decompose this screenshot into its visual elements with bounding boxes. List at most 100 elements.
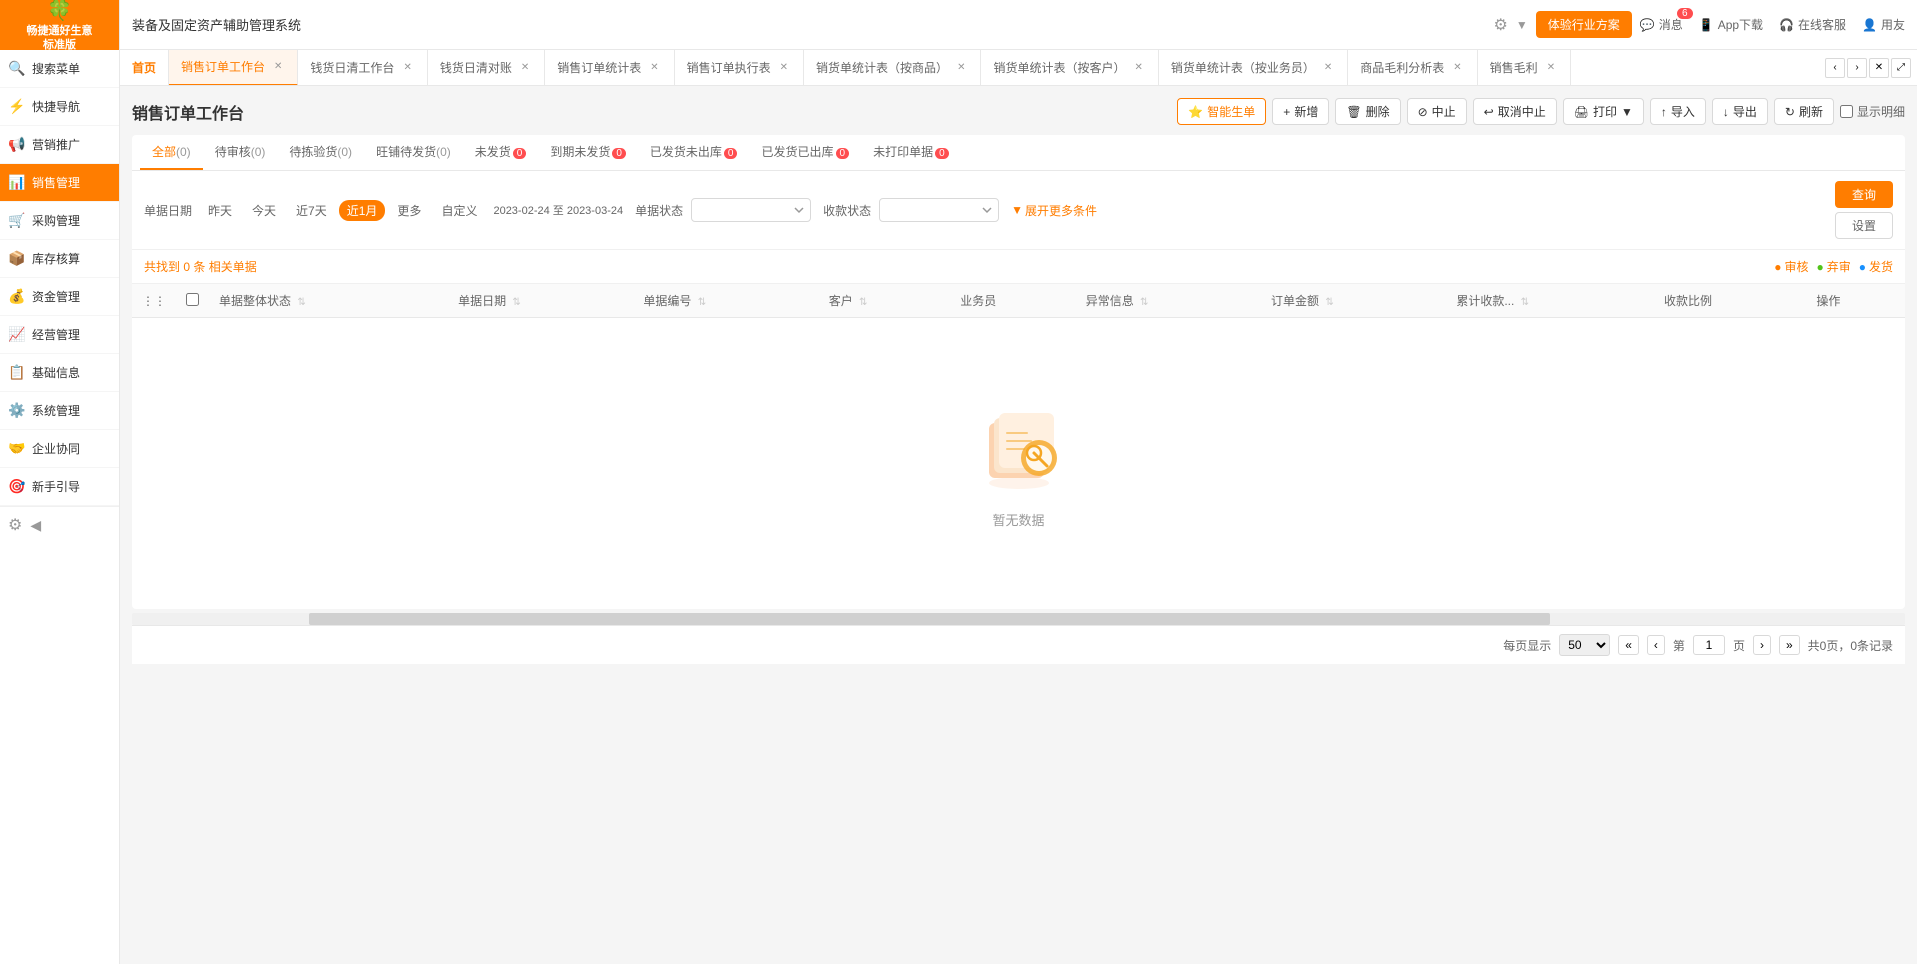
collapse-icon[interactable]: ◀ (30, 517, 41, 534)
date-chip-昨天[interactable]: 昨天 (200, 200, 240, 221)
user-item[interactable]: 👤 用友 (1862, 16, 1905, 33)
date-chip-近7天[interactable]: 近7天 (288, 200, 335, 221)
tab-sales-workbench[interactable]: 销售订单工作台✕ (169, 50, 298, 86)
chevron-down-icon[interactable]: ▼ (1516, 18, 1528, 32)
sidebar-item-finance[interactable]: 💰资金管理 (0, 278, 119, 316)
th-ratio[interactable]: 收款比例 (1654, 284, 1806, 318)
filter-tab-shipped-not-out[interactable]: 已发货未出库0 (638, 135, 750, 170)
filter-tab-overdue-not-shipped[interactable]: 到期未发货0 (538, 135, 638, 170)
tab-close-sales-harvest[interactable]: ✕ (1544, 61, 1558, 74)
smart-create-button[interactable]: ⭐ 智能生单 (1177, 98, 1266, 125)
select-all-checkbox[interactable] (186, 293, 199, 306)
filter-tab-not-printed[interactable]: 未打印单据0 (861, 135, 961, 170)
filter-tab-pending-review[interactable]: 待审核(0) (203, 135, 278, 170)
page-size-select[interactable]: 50 10 20 100 (1559, 634, 1610, 656)
tab-prev-button[interactable]: ‹ (1825, 58, 1845, 78)
th-checkbox[interactable] (176, 284, 209, 318)
th-status[interactable]: 单据整体状态 ⇅ (209, 284, 448, 318)
th-number[interactable]: 单据编号 ⇅ (633, 284, 818, 318)
sidebar-item-operations[interactable]: 📈经营管理 (0, 316, 119, 354)
expand-button[interactable]: ▼ 展开更多条件 (1011, 202, 1097, 219)
tab-expand-button[interactable]: ⤢ (1891, 58, 1911, 78)
horizontal-scrollbar[interactable] (132, 613, 1905, 625)
tab-sales-summary-staff[interactable]: 销货单统计表（按业务员）✕ (1159, 50, 1348, 86)
th-amount[interactable]: 订单金额 ⇅ (1261, 284, 1446, 318)
tab-close-sales-stats[interactable]: ✕ (647, 61, 661, 74)
date-chip-更多[interactable]: 更多 (389, 200, 429, 221)
filter-tab-shipped-out[interactable]: 已发货已出库0 (749, 135, 861, 170)
tab-next-button[interactable]: › (1847, 58, 1867, 78)
prev-page-button[interactable]: ‹ (1647, 635, 1665, 655)
filter-label-shipped-not-out: 已发货未出库 (650, 145, 722, 159)
filter-tab-all[interactable]: 全部(0) (140, 135, 203, 170)
tab-close-gross-profit[interactable]: ✕ (1450, 61, 1464, 74)
tab-close-sales-workbench[interactable]: ✕ (271, 60, 285, 73)
th-collected[interactable]: 累计收款... ⇅ (1446, 284, 1654, 318)
query-button[interactable]: 查询 (1835, 181, 1893, 208)
tab-sales-summary-product[interactable]: 销货单统计表（按商品）✕ (804, 50, 981, 86)
last-page-button[interactable]: » (1779, 635, 1800, 655)
settings-gear-icon[interactable]: ⚙ (1494, 15, 1508, 35)
tab-sales-stats[interactable]: 销售订单统计表✕ (545, 50, 674, 86)
message-icon-item[interactable]: 💬 消息 6 (1640, 16, 1683, 33)
th-staff[interactable]: 业务员 (950, 284, 1075, 318)
payment-select[interactable] (879, 198, 999, 222)
online-service-item[interactable]: 🎧 在线客服 (1779, 16, 1846, 33)
sidebar-item-base-info[interactable]: 📋基础信息 (0, 354, 119, 392)
cancel-review-action-button[interactable]: ● 弃审 (1816, 258, 1850, 275)
ship-action-button[interactable]: ● 发货 (1859, 258, 1893, 275)
date-chip-近1月[interactable]: 近1月 (339, 200, 386, 221)
export-button[interactable]: ↓ 导出 (1712, 98, 1768, 125)
tab-cash-daily[interactable]: 钱货日清工作台✕ (298, 50, 427, 86)
first-page-button[interactable]: « (1618, 635, 1639, 655)
tab-sales-execute[interactable]: 销售订单执行表✕ (675, 50, 804, 86)
new-button[interactable]: + 新增 (1272, 98, 1329, 125)
tab-close-cash-reconcile[interactable]: ✕ (518, 61, 532, 74)
sidebar-item-system[interactable]: ⚙️系统管理 (0, 392, 119, 430)
import-button[interactable]: ↑ 导入 (1650, 98, 1706, 125)
app-download-item[interactable]: 📱 App下载 (1699, 16, 1763, 33)
show-detail-checkbox[interactable] (1840, 105, 1853, 118)
status-select[interactable] (691, 198, 811, 222)
tab-sales-summary-customer[interactable]: 销货单统计表（按客户）✕ (981, 50, 1158, 86)
tab-close-sales-summary-customer[interactable]: ✕ (1131, 61, 1145, 74)
tab-sales-harvest[interactable]: 销售毛利✕ (1478, 50, 1571, 86)
tab-close-sales-summary-product[interactable]: ✕ (954, 61, 968, 74)
sidebar-item-marketing[interactable]: 📢营销推广 (0, 126, 119, 164)
sidebar-item-enterprise[interactable]: 🤝企业协同 (0, 430, 119, 468)
date-chip-自定义[interactable]: 自定义 (433, 200, 485, 221)
filter-tab-pending-goods[interactable]: 待拣验货(0) (277, 135, 364, 170)
review-action-button[interactable]: ● 审核 (1774, 258, 1808, 275)
refresh-button[interactable]: ↻ 刷新 (1774, 98, 1834, 125)
filter-tab-wangpu-pending[interactable]: 旺铺待发货(0) (364, 135, 463, 170)
page-number-input[interactable] (1693, 635, 1725, 655)
th-date[interactable]: 单据日期 ⇅ (448, 284, 633, 318)
sidebar-item-quick-nav[interactable]: ⚡快捷导航 (0, 88, 119, 126)
stop-button[interactable]: ⊘ 中止 (1407, 98, 1467, 125)
set-button[interactable]: 设置 (1835, 212, 1893, 239)
tab-cash-reconcile[interactable]: 钱货日清对账✕ (428, 50, 545, 86)
tab-gross-profit[interactable]: 商品毛利分析表✕ (1348, 50, 1477, 86)
tab-close-cash-daily[interactable]: ✕ (400, 61, 414, 74)
solution-button[interactable]: 体验行业方案 (1536, 11, 1632, 38)
th-exception[interactable]: 异常信息 ⇅ (1076, 284, 1261, 318)
delete-button[interactable]: 🗑 删除 (1335, 98, 1400, 125)
settings-icon[interactable]: ⚙ (8, 515, 22, 535)
tab-close-all-button[interactable]: ✕ (1869, 58, 1889, 78)
cancel-stop-button[interactable]: ↩ 取消中止 (1473, 98, 1557, 125)
topbar: 装备及固定资产辅助管理系统 ⚙ ▼ 体验行业方案 💬 消息 6 📱 App下载 … (120, 0, 1917, 50)
next-page-button[interactable]: › (1753, 635, 1771, 655)
tab-close-sales-summary-staff[interactable]: ✕ (1321, 61, 1335, 74)
sidebar-item-sales[interactable]: 📊销售管理 (0, 164, 119, 202)
date-chip-今天[interactable]: 今天 (244, 200, 284, 221)
print-button[interactable]: 🖨 打印 ▼ (1563, 98, 1644, 125)
tab-close-sales-execute[interactable]: ✕ (777, 61, 791, 74)
sidebar-item-guide[interactable]: 🎯新手引导 (0, 468, 119, 506)
sidebar-item-inventory[interactable]: 📦库存核算 (0, 240, 119, 278)
sidebar-item-purchase[interactable]: 🛒采购管理 (0, 202, 119, 240)
sidebar-item-search[interactable]: 🔍搜索菜单 (0, 50, 119, 88)
show-detail-checkbox-label[interactable]: 显示明细 (1840, 103, 1905, 120)
tab-home[interactable]: 首页 (120, 50, 169, 86)
th-customer[interactable]: 客户 ⇅ (819, 284, 951, 318)
filter-tab-not-shipped[interactable]: 未发货0 (463, 135, 539, 170)
